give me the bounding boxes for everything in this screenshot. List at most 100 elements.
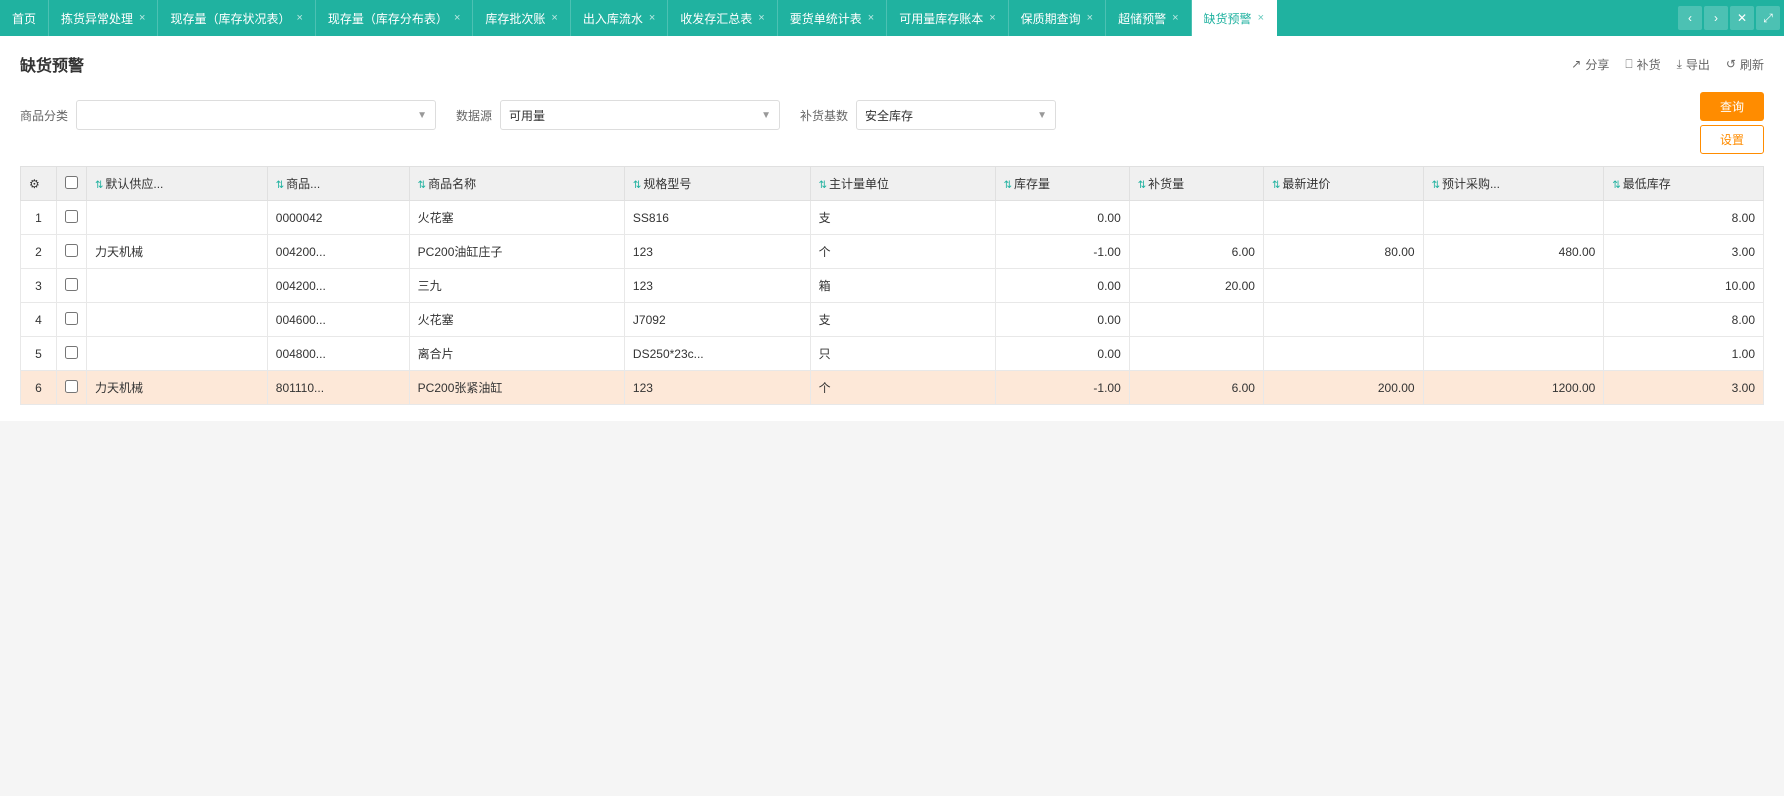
replenish-value: 安全库存 [865,107,913,124]
row-checkbox[interactable] [65,244,78,257]
close-tab-receipt-summary[interactable]: × [758,12,764,24]
page-title: 缺货预警 [20,52,84,76]
settings-button[interactable]: 设置 [1700,125,1764,154]
row-unit: 箱 [810,269,995,303]
close-tab-overstock[interactable]: × [1172,12,1178,24]
share-icon: ↗ [1571,57,1581,71]
select-all-checkbox[interactable] [65,176,78,189]
row-num: 1 [21,201,57,235]
col-spec[interactable]: ⇅规格型号 [624,167,810,201]
row-unit: 个 [810,235,995,269]
row-spec: 123 [624,371,810,405]
table-row: 6 力天机械 801110... PC200张紧油缸 123 个 -1.00 6… [21,371,1764,405]
replenish-label: 补货 [1637,56,1661,73]
replenish-action[interactable]: ⎕ 补货 [1625,56,1660,73]
col-est-purchase[interactable]: ⇅预计采购... [1423,167,1604,201]
row-stock: -1.00 [995,235,1129,269]
tab-demand-stats[interactable]: 要货单统计表 × [778,0,887,36]
tab-picking[interactable]: 拣货异常处理 × [49,0,158,36]
row-replenish: 20.00 [1129,269,1263,303]
category-arrow-icon: ▼ [417,110,427,121]
row-checkbox-cell[interactable] [57,303,87,337]
row-code: 004800... [267,337,409,371]
row-stock: 0.00 [995,269,1129,303]
query-button[interactable]: 查询 [1700,92,1764,121]
col-latest-price[interactable]: ⇅最新进价 [1263,167,1423,201]
row-num: 5 [21,337,57,371]
row-unit: 支 [810,201,995,235]
share-label: 分享 [1585,56,1609,73]
row-est-purchase [1423,303,1604,337]
row-code: 004200... [267,269,409,303]
col-supplier[interactable]: ⇅默认供应... [87,167,268,201]
replenish-select[interactable]: 安全库存 ▼ [856,100,1056,130]
row-name: 火花塞 [409,303,624,337]
export-icon: ⤓ [1677,57,1682,72]
share-action[interactable]: ↗ 分享 [1571,56,1609,73]
category-select[interactable]: ▼ [76,100,436,130]
close-tab-picking[interactable]: × [139,12,145,24]
col-stock[interactable]: ⇅库存量 [995,167,1129,201]
row-spec: DS250*23c... [624,337,810,371]
row-min-stock: 3.00 [1604,371,1764,405]
tab-maximize[interactable]: ⤢ [1756,6,1780,30]
row-est-purchase [1423,269,1604,303]
tab-overstock[interactable]: 超储预警 × [1106,0,1191,36]
row-checkbox-cell[interactable] [57,371,87,405]
tab-shortage[interactable]: 缺货预警 × [1192,0,1277,36]
close-tab-expiry[interactable]: × [1087,12,1093,24]
row-unit: 个 [810,371,995,405]
tab-stock-dist[interactable]: 现存量（库存分布表） × [316,0,473,36]
tab-close-all[interactable]: ✕ [1730,6,1754,30]
close-tab-current-stock[interactable]: × [296,12,302,24]
row-checkbox-cell[interactable] [57,337,87,371]
row-est-purchase: 480.00 [1423,235,1604,269]
datasource-filter-group: 数据源 可用量 ▼ [456,100,780,130]
close-tab-shortage[interactable]: × [1258,12,1264,24]
row-checkbox[interactable] [65,380,78,393]
tab-expiry[interactable]: 保质期查询 × [1009,0,1106,36]
row-spec: 123 [624,235,810,269]
col-gear[interactable]: ⚙ [21,167,57,201]
tab-current-stock[interactable]: 现存量（库存状况表） × [158,0,315,36]
tab-home[interactable]: 首页 [0,0,49,36]
row-checkbox[interactable] [65,210,78,223]
close-tab-batch[interactable]: × [551,12,557,24]
col-code[interactable]: ⇅商品... [267,167,409,201]
table-row: 1 0000042 火花塞 SS816 支 0.00 8.00 [21,201,1764,235]
tab-receipt-summary[interactable]: 收发存汇总表 × [668,0,777,36]
export-action[interactable]: ⤓ 导出 [1677,56,1710,73]
export-label: 导出 [1686,56,1710,73]
close-tab-stock-dist[interactable]: × [454,12,460,24]
close-tab-available-ledger[interactable]: × [989,12,995,24]
tab-nav-prev[interactable]: ‹ [1678,6,1702,30]
row-checkbox-cell[interactable] [57,269,87,303]
row-checkbox[interactable] [65,278,78,291]
row-checkbox[interactable] [65,346,78,359]
row-replenish [1129,337,1263,371]
tab-available-ledger[interactable]: 可用量库存账本 × [887,0,1008,36]
row-name: PC200油缸庄子 [409,235,624,269]
row-replenish: 6.00 [1129,235,1263,269]
col-replenish[interactable]: ⇅补货量 [1129,167,1263,201]
row-name: PC200张紧油缸 [409,371,624,405]
close-tab-inout-flow[interactable]: × [649,12,655,24]
col-name[interactable]: ⇅商品名称 [409,167,624,201]
row-latest-price [1263,201,1423,235]
tab-inout-flow[interactable]: 出入库流水 × [571,0,668,36]
row-unit: 支 [810,303,995,337]
row-checkbox[interactable] [65,312,78,325]
table-row: 5 004800... 离合片 DS250*23c... 只 0.00 1.00 [21,337,1764,371]
datasource-select[interactable]: 可用量 ▼ [500,100,780,130]
tab-batch[interactable]: 库存批次账 × [473,0,570,36]
close-tab-demand-stats[interactable]: × [868,12,874,24]
replenish-label: 补货基数 [800,107,848,124]
table-header-row: ⚙ ⇅默认供应... ⇅商品... ⇅商品名称 ⇅规格型号 ⇅主计量单位 ⇅库存… [21,167,1764,201]
row-checkbox-cell[interactable] [57,235,87,269]
row-checkbox-cell[interactable] [57,201,87,235]
tab-nav-next[interactable]: › [1704,6,1728,30]
col-min-stock[interactable]: ⇅最低库存 [1604,167,1764,201]
col-unit[interactable]: ⇅主计量单位 [810,167,995,201]
refresh-action[interactable]: ↺ 刷新 [1726,56,1764,73]
row-est-purchase [1423,201,1604,235]
